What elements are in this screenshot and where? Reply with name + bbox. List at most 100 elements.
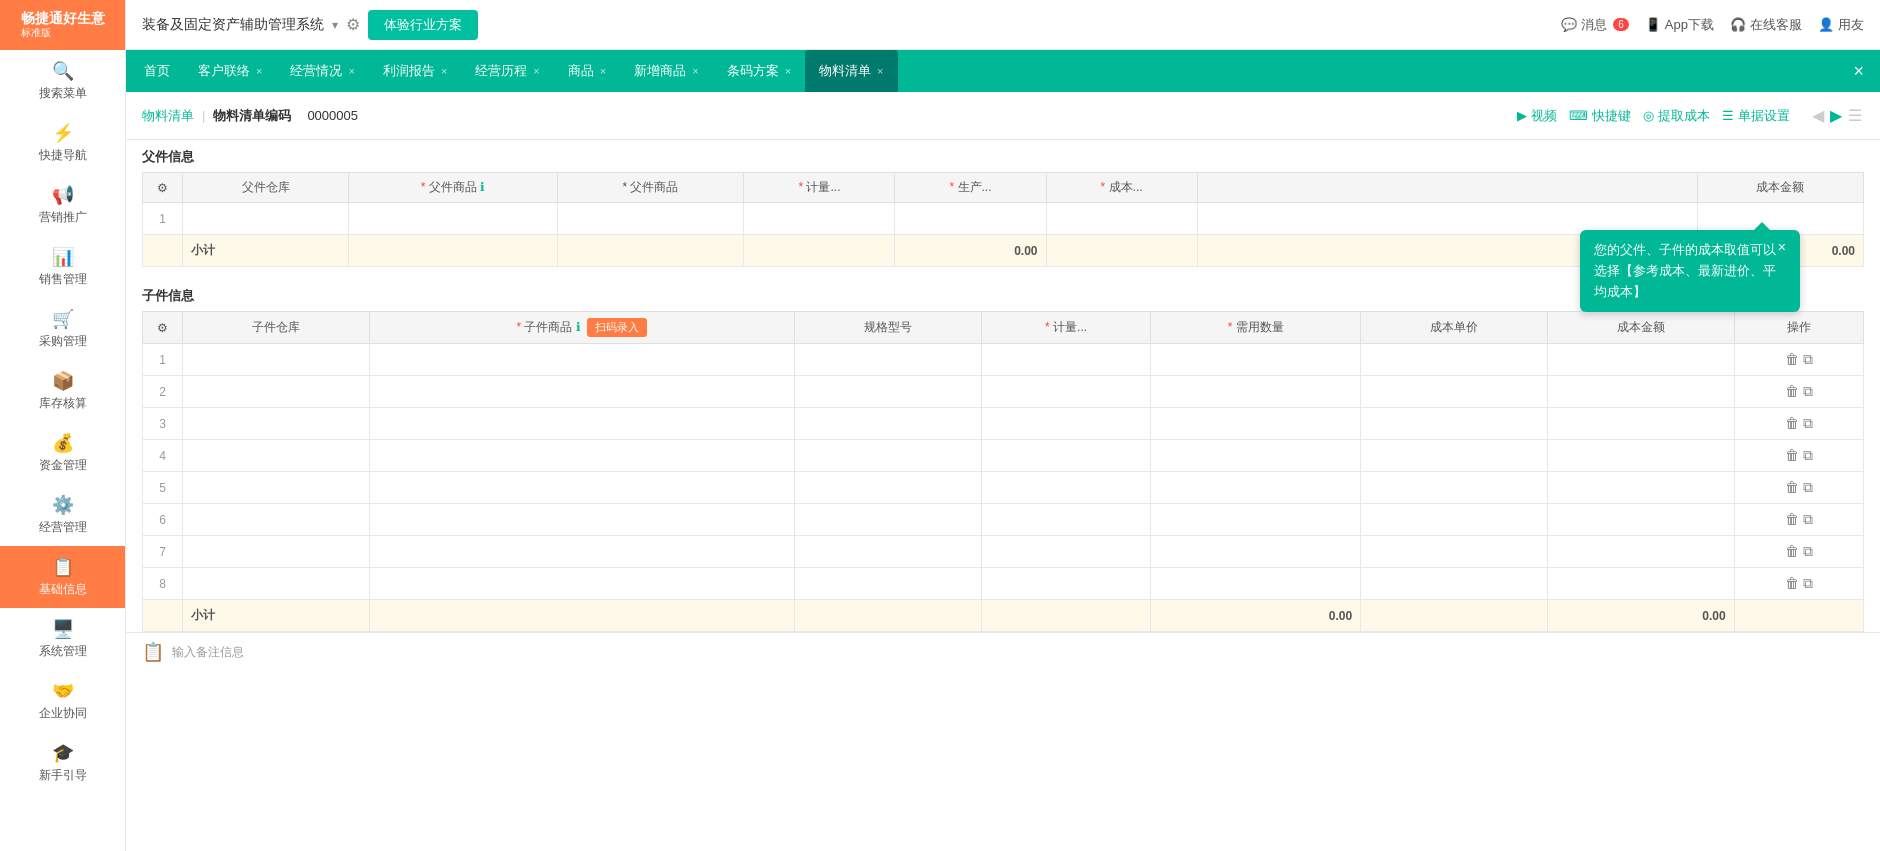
tab-customers-close-icon[interactable]: × [256, 65, 262, 77]
sidebar-item-basic[interactable]: 📋 基础信息 [0, 546, 125, 608]
remarks-placeholder[interactable]: 输入备注信息 [172, 644, 244, 661]
sidebar-item-collab[interactable]: 🤝 企业协同 [0, 670, 125, 732]
child-col-gear[interactable]: ⚙ [143, 312, 183, 344]
child-cell-spec-8[interactable] [795, 568, 982, 600]
child-cell-spec-5[interactable] [795, 472, 982, 504]
tab-profit-close-icon[interactable]: × [441, 65, 447, 77]
child-cell-spec-7[interactable] [795, 536, 982, 568]
message-item[interactable]: 💬 消息 6 [1561, 16, 1629, 34]
child-cell-unit-5[interactable] [981, 472, 1151, 504]
child-cell-qty-2[interactable] [1151, 376, 1361, 408]
copy-row-2-btn[interactable]: ⧉ [1803, 383, 1813, 400]
copy-row-5-btn[interactable]: ⧉ [1803, 479, 1813, 496]
child-cell-spec-2[interactable] [795, 376, 982, 408]
child-cell-unit-7[interactable] [981, 536, 1151, 568]
child-cell-warehouse-3[interactable] [183, 408, 370, 440]
child-cell-cost-price-1[interactable] [1361, 344, 1548, 376]
child-cell-warehouse-7[interactable] [183, 536, 370, 568]
sidebar-item-system[interactable]: 🖥️ 系统管理 [0, 608, 125, 670]
parent-col-gear[interactable]: ⚙ [143, 173, 183, 203]
tooltip-close-btn[interactable]: × [1778, 240, 1786, 254]
child-cell-warehouse-2[interactable] [183, 376, 370, 408]
child-cell-spec-3[interactable] [795, 408, 982, 440]
copy-row-3-btn[interactable]: ⧉ [1803, 415, 1813, 432]
close-all-tabs-btn[interactable]: × [1841, 61, 1876, 82]
child-cell-qty-8[interactable] [1151, 568, 1361, 600]
sidebar-item-inventory[interactable]: 📦 库存核算 [0, 360, 125, 422]
parent-cell-warehouse-1[interactable] [183, 203, 349, 235]
tab-products-close-icon[interactable]: × [600, 65, 606, 77]
tab-customers[interactable]: 客户联络 × [184, 50, 276, 92]
copy-row-6-btn[interactable]: ⧉ [1803, 511, 1813, 528]
delete-row-4-btn[interactable]: 🗑 [1785, 447, 1799, 464]
child-cell-product-7[interactable] [369, 536, 794, 568]
child-cell-unit-6[interactable] [981, 504, 1151, 536]
child-cell-qty-4[interactable] [1151, 440, 1361, 472]
scan-btn[interactable]: 扫码录入 [587, 318, 647, 337]
copy-row-4-btn[interactable]: ⧉ [1803, 447, 1813, 464]
tab-bom-close-icon[interactable]: × [877, 65, 883, 77]
tab-barcode[interactable]: 条码方案 × [713, 50, 805, 92]
delete-row-5-btn[interactable]: 🗑 [1785, 479, 1799, 496]
parent-cell-production-1[interactable] [895, 203, 1046, 235]
child-cell-cost-price-8[interactable] [1361, 568, 1548, 600]
shortcut-btn[interactable]: ⌨ 快捷键 [1569, 107, 1631, 125]
child-cell-unit-4[interactable] [981, 440, 1151, 472]
sidebar-item-guide[interactable]: 🎓 新手引导 [0, 732, 125, 794]
dropdown-arrow-icon[interactable]: ▾ [332, 18, 338, 32]
delete-row-6-btn[interactable]: 🗑 [1785, 511, 1799, 528]
child-cell-warehouse-5[interactable] [183, 472, 370, 504]
copy-row-8-btn[interactable]: ⧉ [1803, 575, 1813, 592]
sidebar-item-quick-nav[interactable]: ⚡ 快捷导航 [0, 112, 125, 174]
child-cell-cost-price-7[interactable] [1361, 536, 1548, 568]
breadcrumb-detail[interactable]: 物料清单编码 [213, 107, 291, 125]
tab-operations-close-icon[interactable]: × [348, 65, 354, 77]
parent-cell-cost-1[interactable] [1046, 203, 1197, 235]
child-cell-warehouse-8[interactable] [183, 568, 370, 600]
delete-row-7-btn[interactable]: 🗑 [1785, 543, 1799, 560]
tab-products[interactable]: 商品 × [554, 50, 620, 92]
child-cell-unit-3[interactable] [981, 408, 1151, 440]
extract-cost-btn[interactable]: ◎ 提取成本 [1643, 107, 1710, 125]
child-cell-product-6[interactable] [369, 504, 794, 536]
child-cell-product-2[interactable] [369, 376, 794, 408]
user-item[interactable]: 👤 用友 [1818, 16, 1864, 34]
tab-home[interactable]: 首页 [130, 50, 184, 92]
parent-cell-unit-1[interactable] [744, 203, 895, 235]
tab-operations[interactable]: 经营情况 × [276, 50, 368, 92]
delete-row-8-btn[interactable]: 🗑 [1785, 575, 1799, 592]
child-cell-product-3[interactable] [369, 408, 794, 440]
child-cell-cost-price-3[interactable] [1361, 408, 1548, 440]
child-cell-spec-6[interactable] [795, 504, 982, 536]
child-cell-unit-2[interactable] [981, 376, 1151, 408]
child-cell-warehouse-4[interactable] [183, 440, 370, 472]
sidebar-item-sales[interactable]: 📊 销售管理 [0, 236, 125, 298]
delete-row-1-btn[interactable]: 🗑 [1785, 351, 1799, 368]
child-cell-cost-price-5[interactable] [1361, 472, 1548, 504]
delete-row-3-btn[interactable]: 🗑 [1785, 415, 1799, 432]
child-cell-product-8[interactable] [369, 568, 794, 600]
online-service-item[interactable]: 🎧 在线客服 [1730, 16, 1802, 34]
child-cell-product-4[interactable] [369, 440, 794, 472]
child-cell-product-1[interactable] [369, 344, 794, 376]
settings-gear-icon[interactable]: ⚙ [346, 15, 360, 34]
sidebar-item-ops[interactable]: ⚙️ 经营管理 [0, 484, 125, 546]
tab-new-product-close-icon[interactable]: × [692, 65, 698, 77]
delete-row-2-btn[interactable]: 🗑 [1785, 383, 1799, 400]
prev-arrow-icon[interactable]: ◀ [1810, 106, 1826, 125]
child-cell-warehouse-6[interactable] [183, 504, 370, 536]
child-cell-qty-6[interactable] [1151, 504, 1361, 536]
tab-history-close-icon[interactable]: × [533, 65, 539, 77]
view-video-btn[interactable]: ▶ 视频 [1517, 107, 1557, 125]
next-arrow-icon[interactable]: ▶ [1828, 106, 1844, 125]
sidebar-item-search[interactable]: 🔍 搜索菜单 [0, 50, 125, 112]
sidebar-item-marketing[interactable]: 📢 营销推广 [0, 174, 125, 236]
child-cell-cost-price-4[interactable] [1361, 440, 1548, 472]
child-cell-unit-8[interactable] [981, 568, 1151, 600]
child-cell-warehouse-1[interactable] [183, 344, 370, 376]
child-cell-unit-1[interactable] [981, 344, 1151, 376]
tab-profit[interactable]: 利润报告 × [369, 50, 461, 92]
sidebar-item-purchase[interactable]: 🛒 采购管理 [0, 298, 125, 360]
tab-new-product[interactable]: 新增商品 × [620, 50, 712, 92]
child-cell-qty-5[interactable] [1151, 472, 1361, 504]
